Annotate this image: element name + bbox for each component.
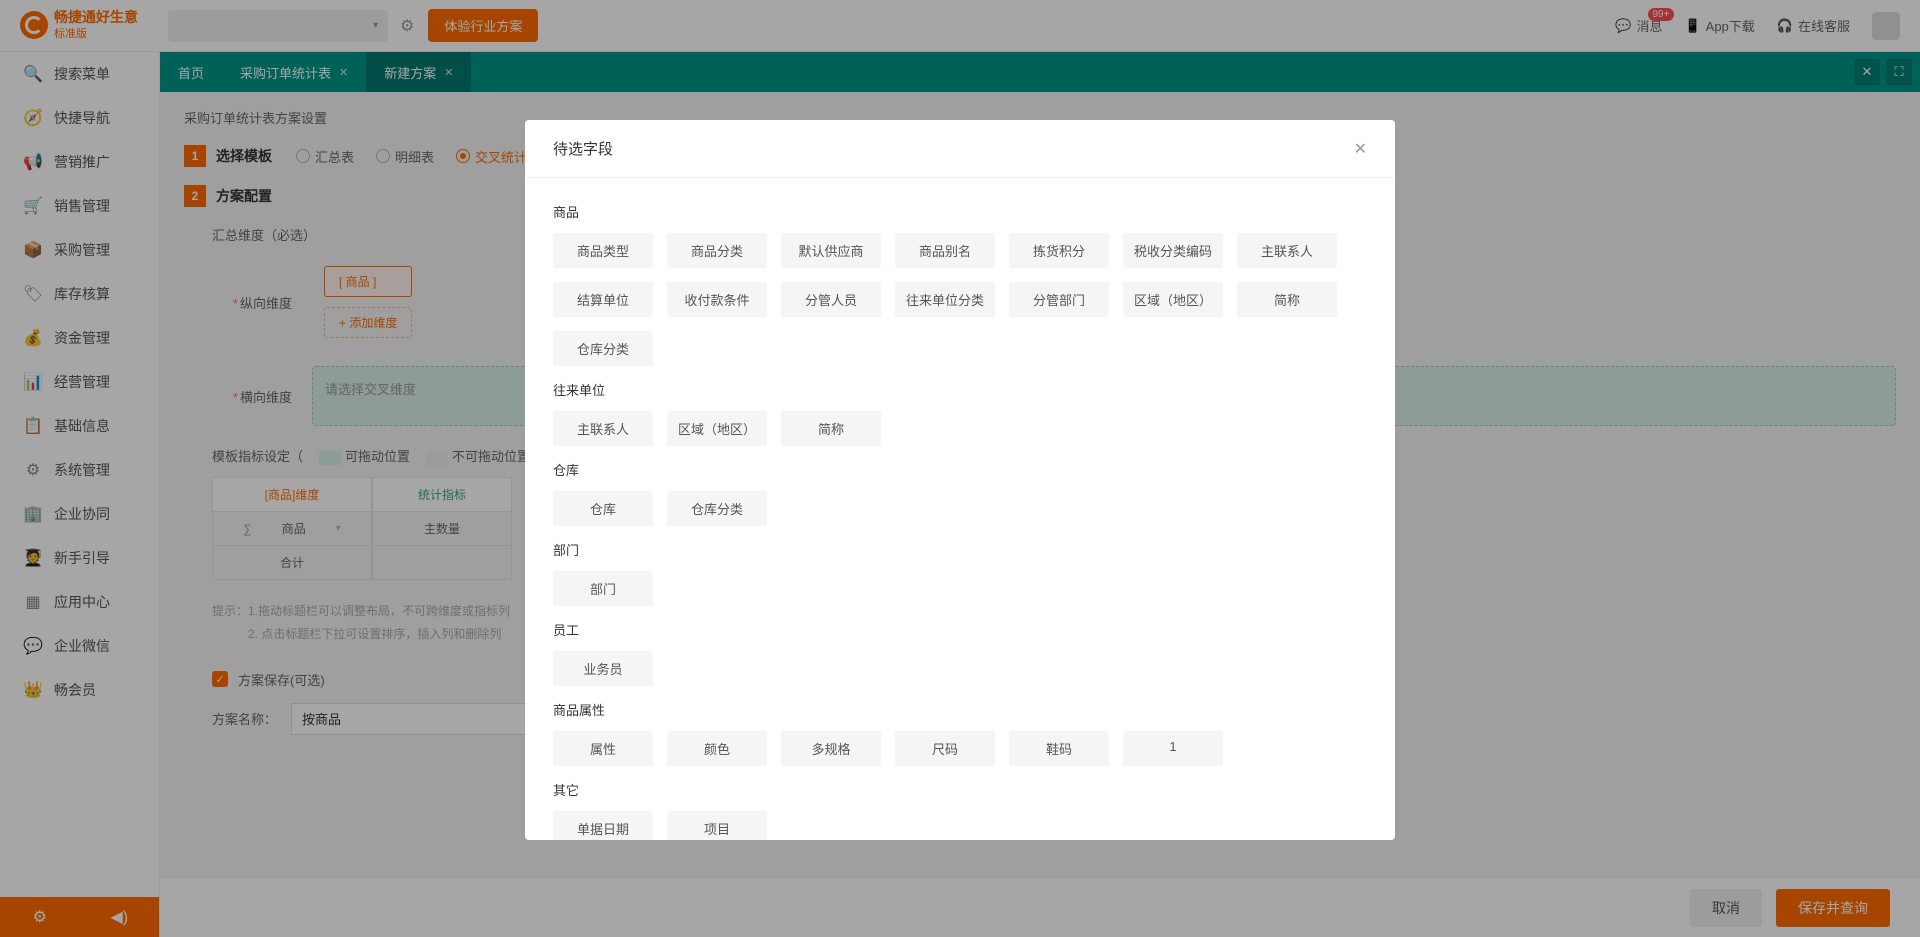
field-chip[interactable]: 简称: [781, 411, 881, 446]
field-chip[interactable]: 商品分类: [667, 233, 767, 268]
field-group-title: 往来单位: [553, 380, 1367, 399]
field-chip[interactable]: 尺码: [895, 731, 995, 766]
field-group-title: 部门: [553, 540, 1367, 559]
field-group-title: 员工: [553, 620, 1367, 639]
field-chip[interactable]: 收付款条件: [667, 282, 767, 317]
field-chip[interactable]: 部门: [553, 571, 653, 606]
field-chip[interactable]: 税收分类编码: [1123, 233, 1223, 268]
field-group-title: 商品属性: [553, 700, 1367, 719]
field-group-title: 其它: [553, 780, 1367, 799]
field-chip[interactable]: 仓库: [553, 491, 653, 526]
field-chip[interactable]: 项目: [667, 811, 767, 840]
field-chip[interactable]: 往来单位分类: [895, 282, 995, 317]
field-chip[interactable]: 多规格: [781, 731, 881, 766]
field-chip[interactable]: 结算单位: [553, 282, 653, 317]
field-chip[interactable]: 区域（地区）: [1123, 282, 1223, 317]
field-group-6: 其它单据日期项目: [553, 780, 1367, 840]
field-chip[interactable]: 属性: [553, 731, 653, 766]
field-chip[interactable]: 默认供应商: [781, 233, 881, 268]
field-chip[interactable]: 鞋码: [1009, 731, 1109, 766]
field-group-2: 仓库仓库仓库分类: [553, 460, 1367, 526]
field-chip[interactable]: 拣货积分: [1009, 233, 1109, 268]
field-group-title: 商品: [553, 202, 1367, 221]
field-chip[interactable]: 分管部门: [1009, 282, 1109, 317]
close-icon[interactable]: ✕: [1354, 139, 1367, 159]
field-chip[interactable]: 单据日期: [553, 811, 653, 840]
field-chip[interactable]: 主联系人: [1237, 233, 1337, 268]
field-group-5: 商品属性属性颜色多规格尺码鞋码 1: [553, 700, 1367, 766]
field-group-1: 往来单位主联系人区域（地区） 简称: [553, 380, 1367, 446]
modal-title: 待选字段: [553, 138, 613, 159]
field-chip[interactable]: 区域（地区）: [667, 411, 767, 446]
field-chip[interactable]: 商品别名: [895, 233, 995, 268]
field-chip[interactable]: 业务员: [553, 651, 653, 686]
field-group-3: 部门部门: [553, 540, 1367, 606]
field-chip[interactable]: 颜色: [667, 731, 767, 766]
field-chip[interactable]: 仓库分类: [553, 331, 653, 366]
field-group-4: 员工业务员: [553, 620, 1367, 686]
field-group-0: 商品商品类型商品分类默认供应商商品别名拣货积分税收分类编码主联系人结算单位收付款…: [553, 202, 1367, 366]
field-group-title: 仓库: [553, 460, 1367, 479]
field-chip[interactable]: 主联系人: [553, 411, 653, 446]
field-selector-modal: 待选字段 ✕ 商品商品类型商品分类默认供应商商品别名拣货积分税收分类编码主联系人…: [525, 120, 1395, 840]
field-chip[interactable]: 仓库分类: [667, 491, 767, 526]
field-chip[interactable]: 分管人员: [781, 282, 881, 317]
field-chip[interactable]: 简称: [1237, 282, 1337, 317]
field-chip[interactable]: 1: [1123, 731, 1223, 766]
field-chip[interactable]: 商品类型: [553, 233, 653, 268]
